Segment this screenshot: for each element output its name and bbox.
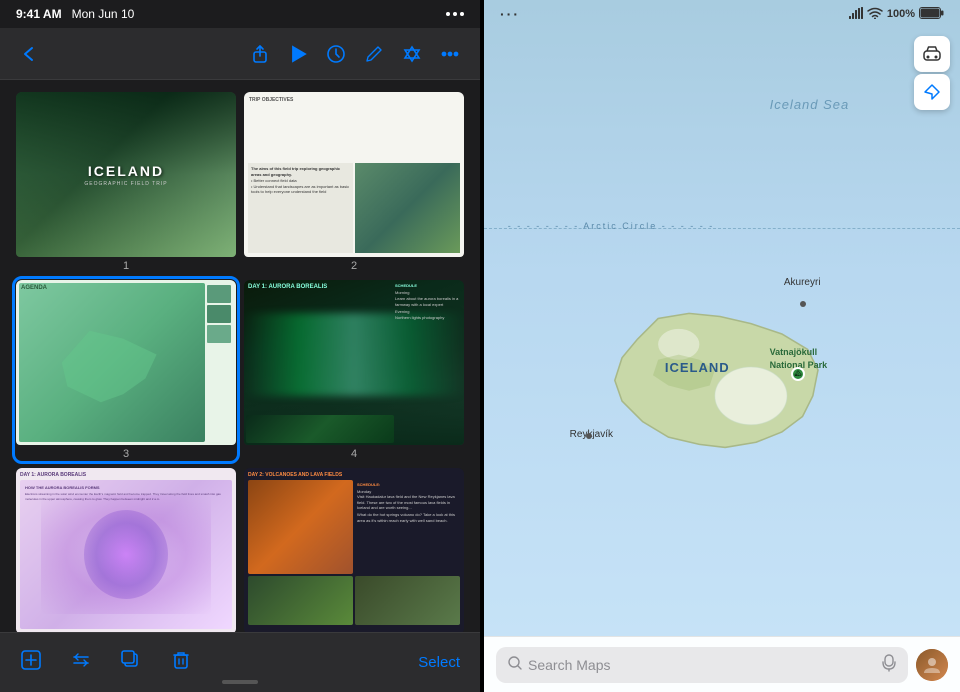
keynote-bottom-toolbar: Select bbox=[0, 632, 480, 692]
slide-2-text: The aims of this field trip exploring ge… bbox=[248, 163, 353, 253]
search-placeholder: Search Maps bbox=[528, 657, 610, 673]
more-button[interactable] bbox=[440, 44, 460, 64]
keynote-panel: 9:41 AM Mon Jun 10 bbox=[0, 0, 480, 692]
pen-button[interactable] bbox=[364, 44, 384, 64]
map-iceland-shape bbox=[555, 242, 864, 519]
slide-6-text: SCHEDULE: Monday Visit Haukadalur lava f… bbox=[355, 480, 460, 574]
slide-1-number: 1 bbox=[16, 260, 236, 272]
slide-4-sidebar: SCHEDULE Morning Learn about the aurora … bbox=[395, 283, 461, 321]
slide-2-title: TRIP OBJECTIVES bbox=[248, 96, 460, 159]
maps-search-bar: Search Maps bbox=[484, 636, 960, 692]
arrange-button[interactable] bbox=[70, 649, 92, 677]
slide-row-2: AGENDA 3 DAY 1: AURORA BOREAL bbox=[16, 280, 464, 460]
dot-1 bbox=[446, 12, 450, 16]
driving-mode-button[interactable] bbox=[914, 36, 950, 72]
delete-button[interactable] bbox=[170, 649, 192, 677]
dot-2 bbox=[453, 12, 457, 16]
park-marker-vatnajokull bbox=[791, 367, 805, 381]
slide-6-title: DAY 2: VOLCANOES AND LAVA FIELDS bbox=[248, 472, 460, 478]
slide-item-3[interactable]: AGENDA 3 bbox=[16, 280, 236, 460]
location-button[interactable] bbox=[914, 74, 950, 110]
arctic-circle-line bbox=[484, 228, 960, 229]
slide-1-title: ICELAND bbox=[88, 163, 164, 179]
clock-button[interactable] bbox=[326, 44, 346, 64]
shapes-button[interactable] bbox=[402, 44, 422, 64]
maps-panel: Iceland Sea - - - - - - - - Arctic Circl… bbox=[484, 0, 960, 692]
slide-4-number: 4 bbox=[244, 448, 464, 460]
home-indicator bbox=[222, 680, 258, 684]
bottom-tools-left bbox=[20, 649, 192, 677]
maps-status-bar: ··· 100% bbox=[484, 0, 960, 28]
maps-status-right: 100% bbox=[849, 7, 944, 22]
status-time: 9:41 AM Mon Jun 10 bbox=[16, 7, 134, 21]
select-button[interactable]: Select bbox=[418, 654, 460, 671]
slide-row-1: ICELAND GEOGRAPHIC FIELD TRIP 1 TRIP OBJ… bbox=[16, 92, 464, 272]
slide-2-number: 2 bbox=[244, 260, 464, 272]
slides-grid: ICELAND GEOGRAPHIC FIELD TRIP 1 TRIP OBJ… bbox=[0, 80, 480, 632]
slide-item-6[interactable]: DAY 2: VOLCANOES AND LAVA FIELDS SCHEDUL… bbox=[244, 468, 464, 632]
slide-3-map: AGENDA bbox=[19, 283, 205, 442]
add-slide-button[interactable] bbox=[20, 649, 42, 677]
status-center-dots bbox=[446, 12, 464, 16]
slide-1-subtitle: GEOGRAPHIC FIELD TRIP bbox=[84, 181, 167, 187]
keynote-status-bar: 9:41 AM Mon Jun 10 bbox=[0, 0, 480, 28]
dot-3 bbox=[460, 12, 464, 16]
maps-status-dots: ··· bbox=[500, 6, 520, 22]
signal-icon bbox=[849, 7, 863, 22]
user-avatar[interactable] bbox=[916, 649, 948, 681]
slide-row-3: DAY 1: AURORA BOREALIS HOW THE AURORA BO… bbox=[16, 468, 464, 632]
play-button[interactable] bbox=[288, 44, 308, 64]
slide-5-title: DAY 1: AURORA BOREALIS bbox=[20, 472, 232, 478]
city-dot-akureyri bbox=[800, 301, 806, 307]
battery-icon: 100% bbox=[887, 8, 915, 20]
share-button[interactable] bbox=[250, 44, 270, 64]
slide-item-5[interactable]: DAY 1: AURORA BOREALIS HOW THE AURORA BO… bbox=[16, 468, 236, 632]
toolbar-center bbox=[250, 44, 460, 64]
slide-item-1[interactable]: ICELAND GEOGRAPHIC FIELD TRIP 1 bbox=[16, 92, 236, 272]
slide-item-4[interactable]: DAY 1: AURORA BOREALIS SCHEDULE Morning … bbox=[244, 280, 464, 460]
slide-item-2[interactable]: TRIP OBJECTIVES The aims of this field t… bbox=[244, 92, 464, 272]
duplicate-button[interactable] bbox=[120, 649, 142, 677]
slide-3-number: 3 bbox=[16, 448, 236, 460]
map-controls bbox=[914, 36, 950, 110]
keynote-toolbar bbox=[0, 28, 480, 80]
wifi-icon bbox=[867, 7, 883, 22]
search-input-container[interactable]: Search Maps bbox=[496, 647, 908, 683]
toolbar-left bbox=[20, 45, 38, 63]
battery-shape bbox=[919, 7, 944, 22]
back-button[interactable] bbox=[20, 45, 38, 63]
city-dot-reykjavik bbox=[586, 433, 592, 439]
microphone-icon[interactable] bbox=[882, 654, 896, 675]
search-icon bbox=[508, 656, 522, 673]
map-background: Iceland Sea - - - - - - - - Arctic Circl… bbox=[484, 0, 960, 692]
